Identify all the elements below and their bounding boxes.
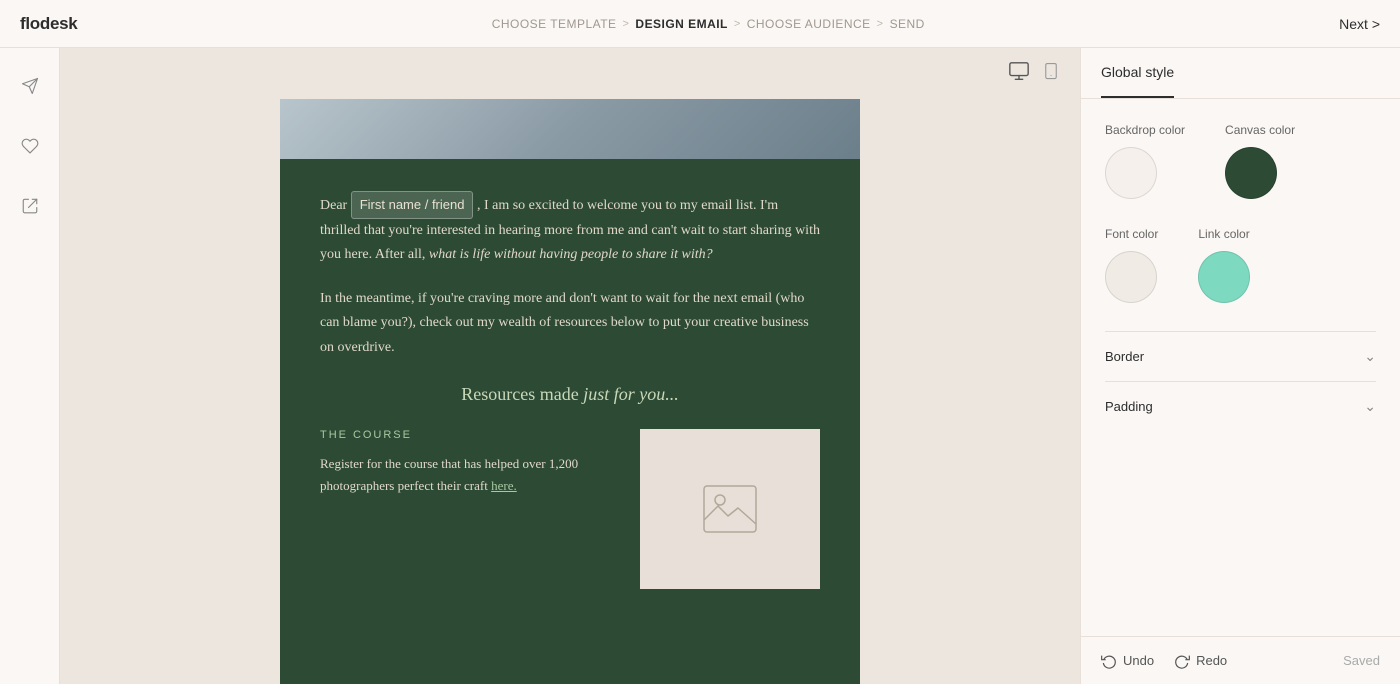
course-label: THE COURSE — [320, 429, 620, 441]
export-icon[interactable] — [12, 188, 48, 224]
left-sidebar — [0, 48, 60, 684]
app-logo: flodesk — [20, 14, 77, 34]
border-chevron-icon: ⌄ — [1364, 348, 1376, 365]
padding-row[interactable]: Padding ⌄ — [1105, 381, 1376, 431]
font-color-swatch[interactable] — [1105, 251, 1157, 303]
breadcrumb-sep-2: > — [734, 18, 741, 30]
mobile-icon[interactable] — [1042, 60, 1060, 87]
backdrop-canvas-color-row: Backdrop color Canvas color — [1105, 123, 1376, 199]
firstname-tag[interactable]: First name / friend — [351, 191, 474, 219]
course-link[interactable]: here. — [491, 478, 517, 493]
breadcrumb-choose-audience[interactable]: CHOOSE AUDIENCE — [747, 17, 871, 31]
breadcrumb-choose-template[interactable]: CHOOSE TEMPLATE — [492, 17, 617, 31]
email-course-section: THE COURSE Register for the course that … — [320, 429, 820, 589]
breadcrumb-sep-1: > — [623, 18, 630, 30]
tab-global-style[interactable]: Global style — [1101, 48, 1174, 98]
breadcrumb-sep-3: > — [877, 18, 884, 30]
main-content: Dear First name / friend , I am so excit… — [0, 48, 1400, 684]
resources-italic: just for you... — [583, 384, 679, 404]
redo-button[interactable]: Redo — [1174, 653, 1227, 669]
font-color-label: Font color — [1105, 227, 1158, 241]
heart-icon[interactable] — [12, 128, 48, 164]
link-color-group: Link color — [1198, 227, 1250, 303]
desktop-icon[interactable] — [1008, 60, 1030, 87]
canvas-color-swatch[interactable] — [1225, 147, 1277, 199]
font-link-color-row: Font color Link color — [1105, 227, 1376, 303]
next-button[interactable]: Next > — [1339, 16, 1380, 32]
course-text: THE COURSE Register for the course that … — [320, 429, 620, 589]
panel-tabs: Global style — [1081, 48, 1400, 99]
backdrop-color-swatch[interactable] — [1105, 147, 1157, 199]
link-color-swatch[interactable] — [1198, 251, 1250, 303]
font-color-group: Font color — [1105, 227, 1158, 303]
email-canvas[interactable]: Dear First name / friend , I am so excit… — [280, 99, 860, 684]
send-icon[interactable] — [12, 68, 48, 104]
breadcrumb-design-email[interactable]: DESIGN EMAIL — [635, 17, 727, 31]
backdrop-color-group: Backdrop color — [1105, 123, 1185, 199]
top-nav: flodesk CHOOSE TEMPLATE > DESIGN EMAIL >… — [0, 0, 1400, 48]
link-color-label: Link color — [1198, 227, 1250, 241]
breadcrumb-send[interactable]: SEND — [890, 17, 925, 31]
undo-icon — [1101, 653, 1117, 669]
canvas-toolbar — [60, 48, 1080, 99]
course-desc: Register for the course that has helped … — [320, 453, 620, 497]
saved-label: Saved — [1343, 653, 1380, 668]
right-panel: Global style Backdrop color Canvas color… — [1080, 48, 1400, 684]
breadcrumb: CHOOSE TEMPLATE > DESIGN EMAIL > CHOOSE … — [492, 17, 925, 31]
canvas-color-label: Canvas color — [1225, 123, 1295, 137]
placeholder-image-icon — [702, 484, 758, 534]
email-salutation: Dear First name / friend , I am so excit… — [320, 191, 820, 267]
canvas-color-group: Canvas color — [1225, 123, 1295, 199]
undo-redo-group: Undo Redo — [1101, 653, 1227, 669]
email-header-image — [280, 99, 860, 159]
email-resources-heading: Resources made just for you... — [320, 384, 820, 405]
salutation-italic: what is life without having people to sh… — [429, 247, 713, 262]
panel-content: Backdrop color Canvas color Font color L… — [1081, 99, 1400, 636]
canvas-area: Dear First name / friend , I am so excit… — [60, 48, 1080, 684]
course-desc-start: Register for the course that has helped … — [320, 456, 578, 493]
bottom-bar: Undo Redo Saved — [1081, 636, 1400, 684]
border-row[interactable]: Border ⌄ — [1105, 331, 1376, 381]
redo-icon — [1174, 653, 1190, 669]
resources-normal: Resources made — [461, 384, 578, 404]
undo-button[interactable]: Undo — [1101, 653, 1154, 669]
backdrop-color-label: Backdrop color — [1105, 123, 1185, 137]
padding-chevron-icon: ⌄ — [1364, 398, 1376, 415]
course-image-placeholder[interactable] — [640, 429, 820, 589]
salutation-dear: Dear — [320, 198, 347, 213]
email-paragraph-2: In the meantime, if you're craving more … — [320, 287, 820, 361]
padding-label: Padding — [1105, 399, 1153, 414]
email-body: Dear First name / friend , I am so excit… — [280, 159, 860, 621]
border-label: Border — [1105, 349, 1144, 364]
